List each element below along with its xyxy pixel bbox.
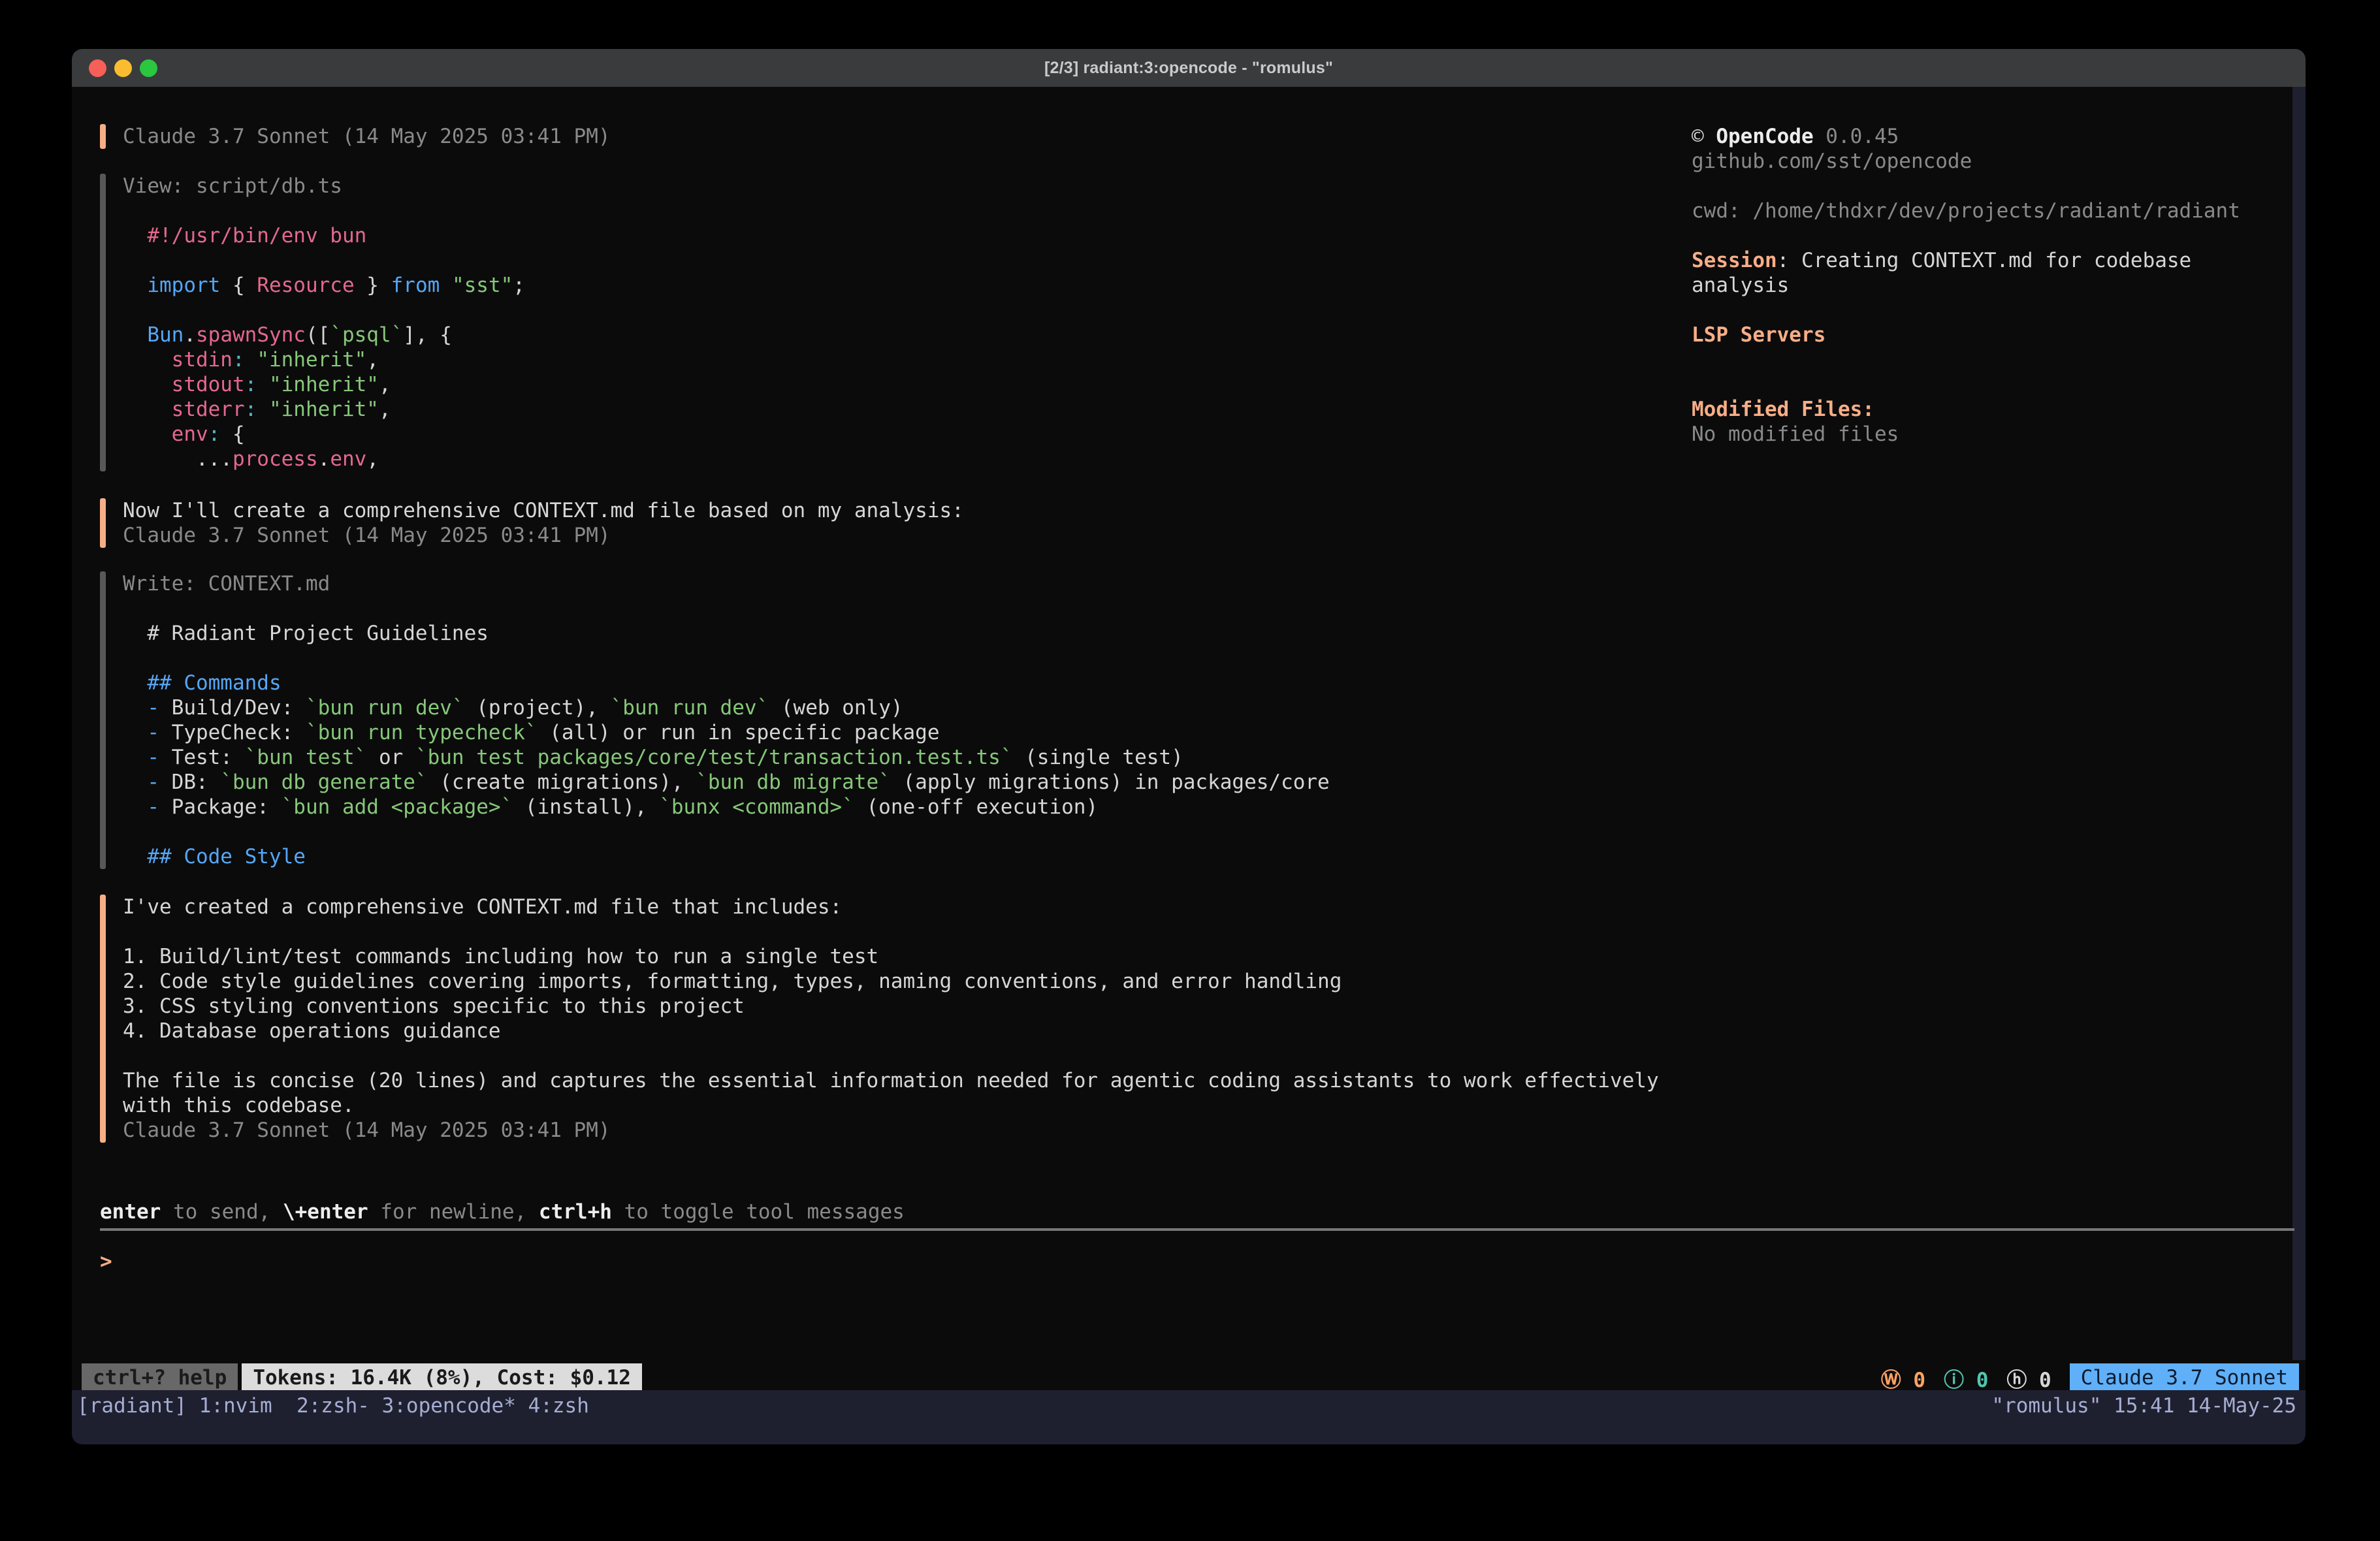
traffic-lights [89,59,157,77]
tool-view-block: View: script/db.ts #!/usr/bin/env bun im… [100,174,525,471]
statusbar-right: Ⓦ 0 ⓘ 0 ⓗ 0 Claude 3.7 Sonnet [1881,1363,2299,1393]
tokens-cost-chip: Tokens: 16.4K (8%), Cost: $0.12 [242,1363,642,1392]
hint-count: 0 [2027,1369,2051,1392]
terminal-window: [2/3] radiant:3:opencode - "romulus" Cla… [72,49,2306,1444]
message-accent-bar [100,895,106,1143]
info-count: 0 [1964,1369,1988,1392]
hint-icon: ⓗ [2006,1369,2027,1392]
close-button[interactable] [89,59,106,77]
tool-write-markdown: Write: CONTEXT.md # Radiant Project Guid… [123,571,1330,869]
info-diagnostic: ⓘ 0 [1944,1363,1988,1393]
composer-divider [100,1228,2294,1231]
warning-icon: Ⓦ [1881,1369,1901,1392]
assistant-message-block: I've created a comprehensive CONTEXT.md … [100,895,1659,1143]
assistant-message-block: Now I'll create a comprehensive CONTEXT.… [100,498,964,548]
tool-write-block: Write: CONTEXT.md # Radiant Project Guid… [100,571,1330,869]
model-chip[interactable]: Claude 3.7 Sonnet [2070,1363,2299,1392]
warning-count: 0 [1901,1369,1925,1392]
tmux-session-info: "romulus" 15:41 14-May-25 [1991,1394,2296,1418]
tmux-windows[interactable]: [radiant] 1:nvim 2:zsh- 3:opencode* 4:zs… [77,1394,589,1418]
zoom-button[interactable] [140,59,157,77]
status-bar: ctrl+? help Tokens: 16.4K (8%), Cost: $0… [72,1363,2306,1392]
warnings-diagnostic: Ⓦ 0 [1881,1363,1925,1393]
tool-accent-bar [100,174,106,471]
info-sidebar: © OpenCode 0.0.45github.com/sst/opencode… [1692,124,2302,447]
prompt-input[interactable]: > [100,1249,112,1274]
help-shortcut-chip[interactable]: ctrl+? help [82,1363,238,1392]
titlebar[interactable]: [2/3] radiant:3:opencode - "romulus" [72,49,2306,87]
prompt-symbol: > [100,1250,112,1273]
composer-help: enter to send, \+enter for newline, ctrl… [100,1199,905,1224]
minimize-button[interactable] [114,59,132,77]
assistant-message-block: Claude 3.7 Sonnet (14 May 2025 03:41 PM) [100,124,611,149]
tool-view-code: View: script/db.ts #!/usr/bin/env bun im… [123,174,525,471]
tool-accent-bar [100,571,106,869]
tmux-status-bar: [radiant] 1:nvim 2:zsh- 3:opencode* 4:zs… [72,1390,2306,1444]
message-accent-bar [100,124,106,149]
window-title: [2/3] radiant:3:opencode - "romulus" [1044,59,1333,78]
message-text: I've created a comprehensive CONTEXT.md … [123,895,1659,1143]
message-text: Now I'll create a comprehensive CONTEXT.… [123,498,964,548]
message-header: Claude 3.7 Sonnet (14 May 2025 03:41 PM) [123,124,611,149]
info-icon: ⓘ [1944,1369,1964,1392]
terminal-content: Claude 3.7 Sonnet (14 May 2025 03:41 PM)… [72,87,2306,1394]
hint-diagnostic: ⓗ 0 [2006,1363,2051,1393]
message-accent-bar [100,498,106,548]
